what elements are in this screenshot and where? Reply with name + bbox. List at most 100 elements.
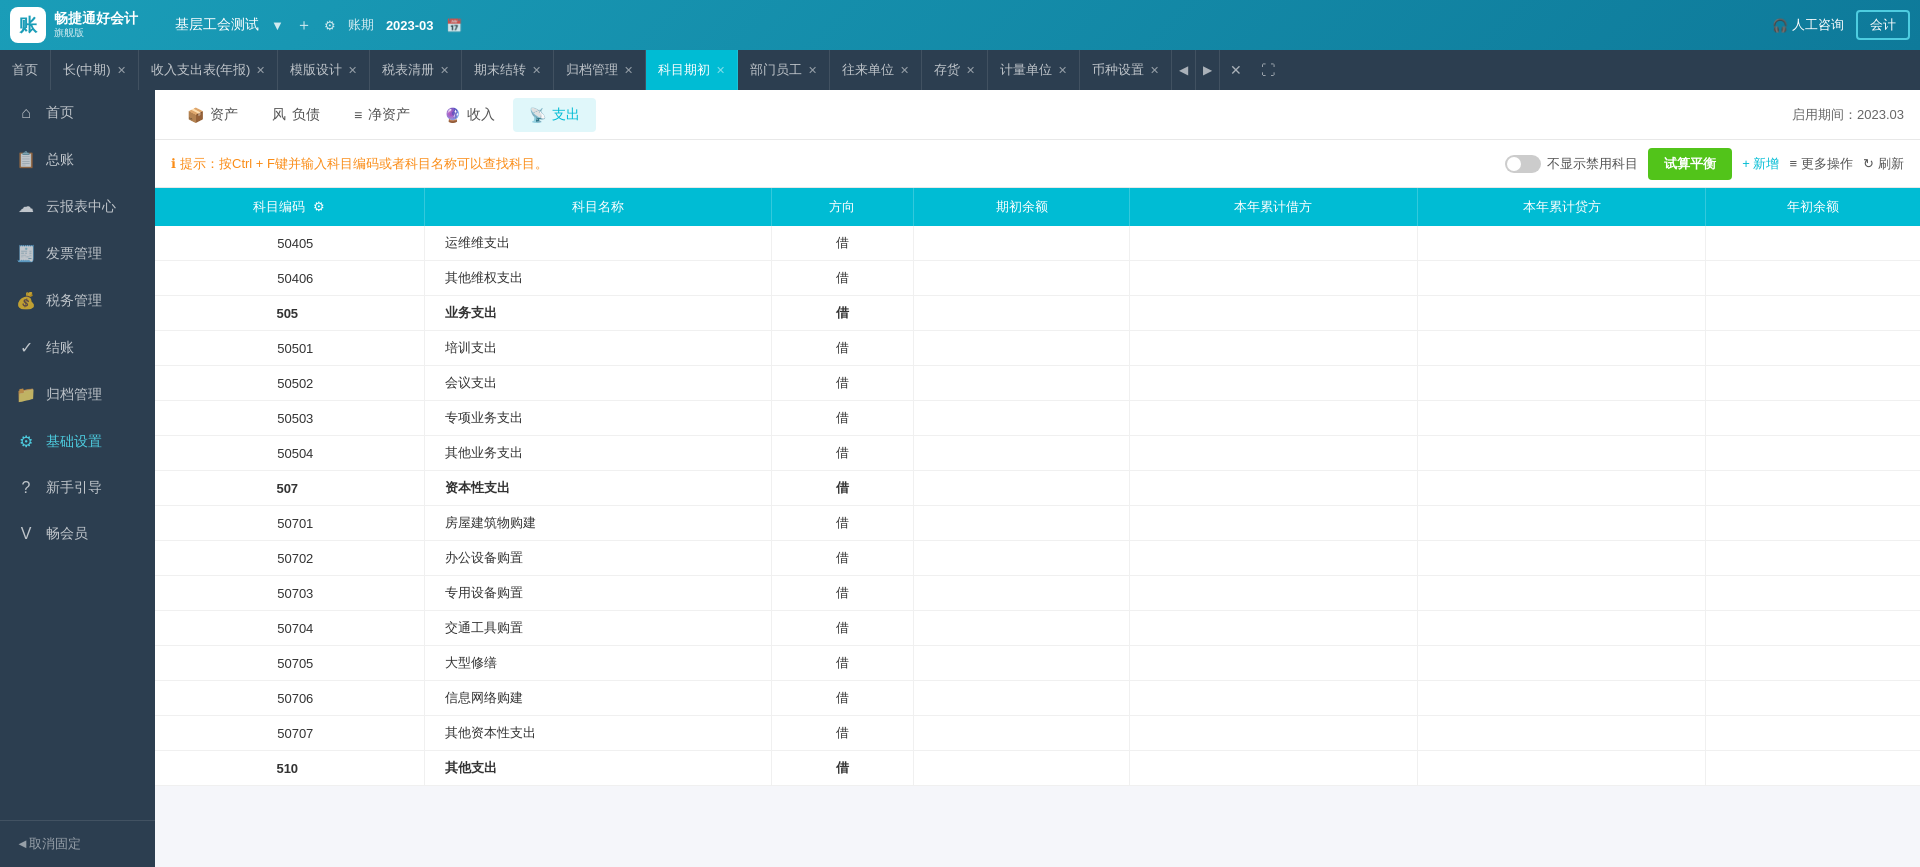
cell-direction: 借	[771, 611, 914, 646]
tab-close-inventory[interactable]: ✕	[966, 64, 975, 77]
table-row[interactable]: 50707 其他资本性支出 借	[155, 716, 1920, 751]
sidebar-item-newbie-guide[interactable]: ? 新手引导	[0, 465, 155, 511]
add-company-icon[interactable]: ＋	[296, 15, 312, 36]
table-row[interactable]: 50705 大型修缮 借	[155, 646, 1920, 681]
balance-button[interactable]: 试算平衡	[1648, 148, 1732, 180]
tab-close-period-end[interactable]: ✕	[532, 64, 541, 77]
table-row[interactable]: 50702 办公设备购置 借	[155, 541, 1920, 576]
tab-close-all-button[interactable]: ✕	[1220, 50, 1252, 90]
sidebar-item-cloud-report[interactable]: ☁ 云报表中心	[0, 183, 155, 230]
tab-close-dept[interactable]: ✕	[808, 64, 817, 77]
calendar-icon[interactable]: 📅	[446, 18, 462, 33]
sidebar-item-invoice[interactable]: 🧾 发票管理	[0, 230, 155, 277]
sub-tab-expenditure[interactable]: 📡 支出	[513, 98, 596, 132]
tab-currency[interactable]: 币种设置 ✕	[1080, 50, 1172, 90]
tab-trade-unit[interactable]: 往来单位 ✕	[830, 50, 922, 90]
cell-ytd-debit	[1129, 716, 1417, 751]
tab-home[interactable]: 首页	[0, 50, 51, 90]
cell-ytd-credit	[1418, 751, 1706, 786]
tab-archive[interactable]: 归档管理 ✕	[554, 50, 646, 90]
sub-tab-asset[interactable]: 📦 资产	[171, 98, 254, 132]
table-row[interactable]: 50704 交通工具购置 借	[155, 611, 1920, 646]
table-row[interactable]: 50706 信息网络购建 借	[155, 681, 1920, 716]
sidebar-item-member[interactable]: V 畅会员	[0, 511, 155, 557]
cell-ytd-debit	[1129, 366, 1417, 401]
tab-close-trade[interactable]: ✕	[900, 64, 909, 77]
table-row[interactable]: 50501 培训支出 借	[155, 331, 1920, 366]
sub-tab-net-assets-label: 净资产	[368, 106, 410, 124]
table-row[interactable]: 510 其他支出 借	[155, 751, 1920, 786]
sub-tab-expenditure-label: 支出	[552, 106, 580, 124]
tab-subject-init[interactable]: 科目期初 ✕	[646, 50, 738, 90]
tab-close-archive[interactable]: ✕	[624, 64, 633, 77]
sidebar-label-settle: 结账	[46, 339, 74, 357]
tab-close-balance-mid[interactable]: ✕	[117, 64, 126, 77]
sub-tab-liability[interactable]: 风 负债	[256, 98, 336, 132]
sidebar-collapse-button[interactable]: ◄取消固定	[0, 820, 155, 867]
tab-close-template[interactable]: ✕	[348, 64, 357, 77]
tab-measure-unit[interactable]: 计量单位 ✕	[988, 50, 1080, 90]
account-button[interactable]: 会计	[1856, 10, 1910, 40]
tab-tax-clear[interactable]: 税表清册 ✕	[370, 50, 462, 90]
tab-close-currency[interactable]: ✕	[1150, 64, 1159, 77]
tab-balance-mid[interactable]: 长(中期) ✕	[51, 50, 139, 90]
col-settings-icon[interactable]: ⚙	[313, 199, 325, 214]
cell-code: 510	[155, 751, 424, 786]
sidebar-item-tax[interactable]: 💰 税务管理	[0, 277, 155, 324]
sub-tab-income[interactable]: 🔮 收入	[428, 98, 511, 132]
member-icon: V	[16, 525, 36, 543]
table-row[interactable]: 507 资本性支出 借	[155, 471, 1920, 506]
tab-income-annual[interactable]: 收入支出表(年报) ✕	[139, 50, 279, 90]
cell-code: 50701	[155, 506, 424, 541]
table-row[interactable]: 505 业务支出 借	[155, 296, 1920, 331]
cell-ytd-debit	[1129, 576, 1417, 611]
tab-close-income-annual[interactable]: ✕	[256, 64, 265, 77]
cell-code: 50503	[155, 401, 424, 436]
sidebar-item-home[interactable]: ⌂ 首页	[0, 90, 155, 136]
sidebar-item-basic-settings[interactable]: ⚙ 基础设置	[0, 418, 155, 465]
table-row[interactable]: 50406 其他维权支出 借	[155, 261, 1920, 296]
cell-direction: 借	[771, 296, 914, 331]
sidebar-label-archive: 归档管理	[46, 386, 102, 404]
tab-scroll-left-button[interactable]: ◀	[1172, 50, 1196, 90]
refresh-button[interactable]: ↻ 刷新	[1863, 155, 1904, 173]
tab-scroll-right-button[interactable]: ▶	[1196, 50, 1220, 90]
table-row[interactable]: 50503 专项业务支出 借	[155, 401, 1920, 436]
cell-year-begin	[1706, 366, 1920, 401]
cell-direction: 借	[771, 471, 914, 506]
cell-year-begin	[1706, 716, 1920, 751]
tab-expand-button[interactable]: ⛶	[1252, 50, 1284, 90]
settings-icon[interactable]: ⚙	[324, 18, 336, 33]
company-dropdown-icon[interactable]: ▼	[271, 18, 284, 33]
cell-code: 50406	[155, 261, 424, 296]
table-row[interactable]: 50703 专用设备购置 借	[155, 576, 1920, 611]
table-row[interactable]: 50701 房屋建筑物购建 借	[155, 506, 1920, 541]
sidebar-item-settle[interactable]: ✓ 结账	[0, 324, 155, 371]
sidebar-label-basic-settings: 基础设置	[46, 433, 102, 451]
sub-tab-net-assets[interactable]: ≡ 净资产	[338, 98, 426, 132]
sidebar-item-archive-mgmt[interactable]: 📁 归档管理	[0, 371, 155, 418]
toggle-disable-switch[interactable]	[1505, 155, 1541, 173]
tab-close-measure[interactable]: ✕	[1058, 64, 1067, 77]
app-logo-icon: 账	[10, 7, 46, 43]
tab-template[interactable]: 模版设计 ✕	[278, 50, 370, 90]
table-row[interactable]: 50502 会议支出 借	[155, 366, 1920, 401]
tab-period-end[interactable]: 期末结转 ✕	[462, 50, 554, 90]
tab-dept-employee[interactable]: 部门员工 ✕	[738, 50, 830, 90]
tab-close-tax[interactable]: ✕	[440, 64, 449, 77]
cell-ytd-debit	[1129, 541, 1417, 576]
toolbar-right: 不显示禁用科目 试算平衡 + 新增 ≡ 更多操作 ↻ 刷新	[1505, 148, 1904, 180]
add-button[interactable]: + 新增	[1742, 155, 1779, 173]
more-button[interactable]: ≡ 更多操作	[1789, 155, 1853, 173]
table-row[interactable]: 50405 运维维支出 借	[155, 226, 1920, 261]
table-row[interactable]: 50504 其他业务支出 借	[155, 436, 1920, 471]
cell-period-balance	[914, 471, 1130, 506]
cell-code: 507	[155, 471, 424, 506]
tab-inventory[interactable]: 存货 ✕	[922, 50, 988, 90]
tab-close-subject-init[interactable]: ✕	[716, 64, 725, 77]
logo-area: 账 畅捷通好会计 旗舰版	[10, 7, 165, 43]
cell-period-balance	[914, 261, 1130, 296]
cell-period-balance	[914, 366, 1130, 401]
support-button[interactable]: 🎧 人工咨询	[1772, 16, 1844, 34]
sidebar-item-ledger[interactable]: 📋 总账	[0, 136, 155, 183]
